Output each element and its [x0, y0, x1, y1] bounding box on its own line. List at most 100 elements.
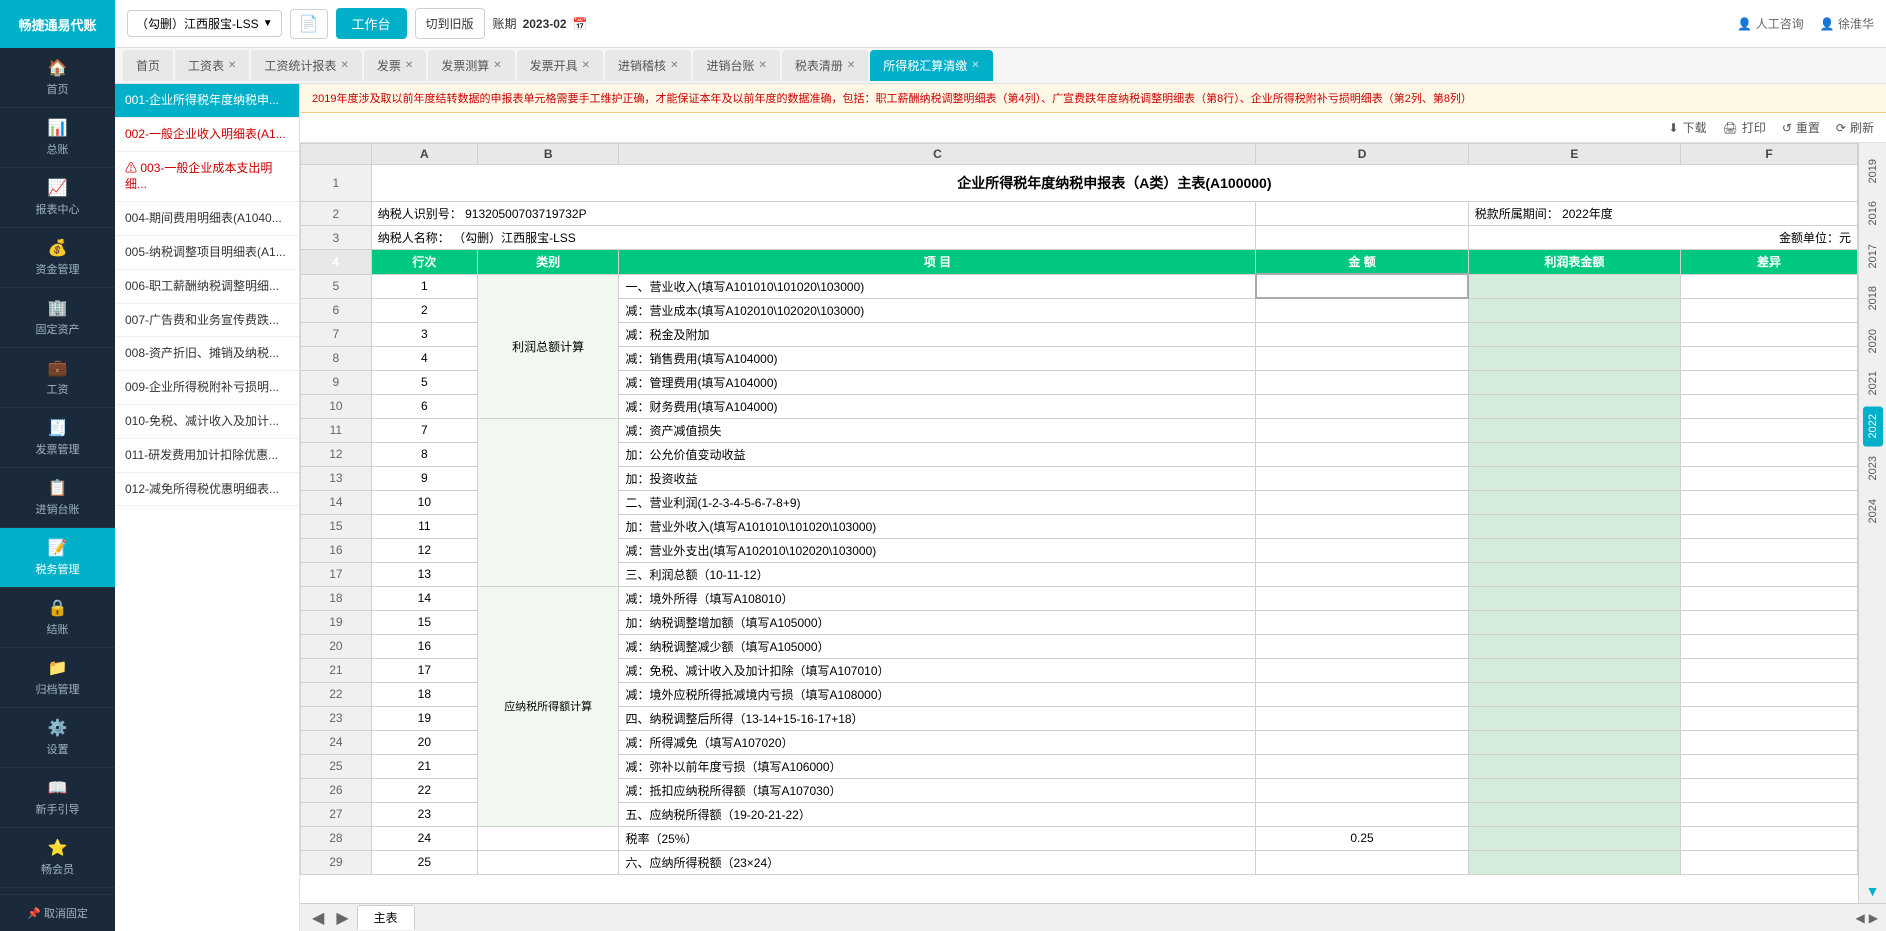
list-item-009[interactable]: 009-企业所得税附补亏损明... [115, 371, 299, 405]
list-item-005[interactable]: 005-纳税调整项目明细表(A1... [115, 236, 299, 270]
sidebar-item-label: 报表中心 [36, 201, 80, 217]
list-item-008[interactable]: 008-资产折旧、摊销及纳税... [115, 337, 299, 371]
tab-invoice-open-close[interactable]: ✕ [582, 60, 590, 71]
sidebar-item-payroll[interactable]: 💼 工资 [0, 348, 115, 408]
sidebar-item-home[interactable]: 🏠 首页 [0, 48, 115, 108]
tab-purchase-ledger-close[interactable]: ✕ [758, 60, 766, 71]
table-row: 28 24 税率（25%） 0.25 [301, 826, 1858, 850]
tabbar: 首页 工资表 ✕ 工资统计报表 ✕ 发票 ✕ 发票测算 ✕ 发票开具 ✕ 进销稽… [115, 48, 1886, 84]
payroll-icon: 💼 [48, 358, 68, 378]
workbench-button[interactable]: 工作台 [336, 8, 407, 39]
customer-service-btn[interactable]: 👤 人工咨询 [1737, 15, 1803, 32]
column-headers-row: 4 行次 类别 项 目 金 额 利润表金额 差异 [301, 250, 1858, 275]
list-item-007[interactable]: 007-广告费和业务宣传费跌... [115, 304, 299, 338]
main-content: （勾删）江西服宝-LSS ▼ 📄 工作台 切到旧版 账期 2023-02 📅 👤… [115, 0, 1886, 931]
spreadsheet-wrapper: A B C D E F [300, 143, 1858, 903]
tab-payroll-stat-close[interactable]: ✕ [340, 60, 348, 71]
sidebar-item-fixed-assets[interactable]: 🏢 固定资产 [0, 288, 115, 348]
tab-purchase-ledger[interactable]: 进销台账 ✕ [693, 50, 779, 81]
sidebar-item-guide[interactable]: 📖 新手引导 [0, 768, 115, 828]
list-item-012[interactable]: 012-减免所得税优惠明细表... [115, 473, 299, 507]
tab-tax-summary-label: 税表清册 [795, 57, 843, 74]
tab-home[interactable]: 首页 [123, 50, 173, 81]
tab-income-tax[interactable]: 所得税汇算清缴 ✕ [870, 50, 992, 81]
list-item-001[interactable]: 001-企业所得税年度纳税申... [115, 84, 299, 118]
calendar-icon[interactable]: 📅 [573, 17, 588, 31]
year-panel-down-arrow[interactable]: ▼ [1866, 879, 1880, 903]
company-selector[interactable]: （勾删）江西服宝-LSS ▼ [127, 10, 282, 37]
reset-icon: ↺ [1782, 121, 1792, 135]
print-button[interactable]: 🖨 打印 [1723, 119, 1766, 136]
list-item-002[interactable]: 002-一般企业收入明细表(A1... [115, 118, 299, 152]
table-row: 11 7 减：资产减值损失 [301, 418, 1858, 442]
tab-invoice-close[interactable]: ✕ [405, 60, 413, 71]
year-item-2018[interactable]: 2018 [1863, 278, 1883, 318]
download-button[interactable]: ⬇ 下载 [1669, 119, 1707, 136]
sidebar-item-label: 总账 [47, 141, 69, 157]
year-item-2023[interactable]: 2023 [1863, 448, 1883, 488]
tab-purchase-ledger-label: 进销台账 [706, 57, 754, 74]
scroll-left-icon[interactable]: ◀ [1856, 911, 1865, 925]
col-c-header: 项 目 [619, 250, 1256, 275]
sheet-nav-right[interactable]: ▶ [332, 908, 352, 928]
year-item-2021[interactable]: 2021 [1863, 363, 1883, 403]
company-label: （勾删）江西服宝-LSS [136, 15, 259, 32]
sidebar-item-invoice[interactable]: 🧾 发票管理 [0, 408, 115, 468]
year-item-2017[interactable]: 2017 [1863, 236, 1883, 276]
list-item-003[interactable]: ⚠ 003-一般企业成本支出明细... [115, 152, 299, 203]
year-item-2020[interactable]: 2020 [1863, 321, 1883, 361]
scroll-right-icon[interactable]: ▶ [1869, 911, 1878, 925]
refresh-button[interactable]: ⟳ 刷新 [1836, 119, 1874, 136]
user-avatar[interactable]: 👤 徐淮华 [1820, 15, 1874, 32]
sidebar-item-fund[interactable]: 💰 资金管理 [0, 228, 115, 288]
sidebar-item-ledger[interactable]: 📊 总账 [0, 108, 115, 168]
reset-button[interactable]: ↺ 重置 [1782, 119, 1820, 136]
fixed-assets-icon: 🏢 [48, 298, 68, 318]
tab-income-tax-close[interactable]: ✕ [971, 60, 979, 71]
tab-purchase[interactable]: 进销稽核 ✕ [605, 50, 691, 81]
sidebar-item-settings[interactable]: ⚙️ 设置 [0, 708, 115, 768]
sidebar-footer-pin[interactable]: 📌 取消固定 [0, 894, 115, 931]
sheet-nav-left[interactable]: ◀ [308, 908, 328, 928]
year-item-2024[interactable]: 2024 [1863, 491, 1883, 531]
tax-icon: 📝 [48, 538, 68, 558]
sidebar-item-archive[interactable]: 📁 归档管理 [0, 648, 115, 708]
switch-version-button[interactable]: 切到旧版 [415, 8, 485, 39]
warning-bar: 2019年度涉及取以前年度结转数据的申报表单元格需要手工维护正确，才能保证本年及… [300, 84, 1886, 113]
tab-invoice-calc-close[interactable]: ✕ [493, 60, 501, 71]
report-icon: 📈 [48, 178, 68, 198]
year-item-2016[interactable]: 2016 [1863, 193, 1883, 233]
tab-payroll-stat[interactable]: 工资统计报表 ✕ [251, 50, 361, 81]
sidebar-item-member[interactable]: ⭐ 畅会员 [0, 828, 115, 888]
tab-payroll-close[interactable]: ✕ [228, 60, 236, 71]
tab-home-label: 首页 [136, 57, 160, 74]
sidebar-item-report[interactable]: 📈 报表中心 [0, 168, 115, 228]
tab-tax-summary-close[interactable]: ✕ [847, 60, 855, 71]
settings-icon: ⚙️ [48, 718, 68, 738]
tab-tax-summary[interactable]: 税表清册 ✕ [782, 50, 868, 81]
row-num: 2 [301, 202, 372, 226]
sidebar-item-tax[interactable]: 📝 税务管理 [0, 528, 115, 588]
sidebar-nav: 🏠 首页 📊 总账 📈 报表中心 💰 资金管理 🏢 固定资产 💼 工资 🧾 发票… [0, 48, 115, 894]
year-item-2022[interactable]: 2022 [1863, 406, 1883, 446]
tab-purchase-close[interactable]: ✕ [670, 60, 678, 71]
sheet-tab-main[interactable]: 主表 [357, 905, 415, 930]
document-icon-btn[interactable]: 📄 [290, 9, 328, 39]
sidebar-item-closing[interactable]: 🔒 结账 [0, 588, 115, 648]
sidebar: 畅捷通易代账 🏠 首页 📊 总账 📈 报表中心 💰 资金管理 🏢 固定资产 💼 … [0, 0, 115, 931]
sidebar-item-label: 资金管理 [36, 261, 80, 277]
tab-invoice[interactable]: 发票 ✕ [364, 50, 426, 81]
list-item-004[interactable]: 004-期间费用明细表(A1040... [115, 202, 299, 236]
year-item-2019[interactable]: 2019 [1863, 151, 1883, 191]
list-item-006[interactable]: 006-职工薪酬纳税调整明细... [115, 270, 299, 304]
tab-invoice-calc[interactable]: 发票测算 ✕ [428, 50, 514, 81]
category-taxable-amount-cell: 应纳税所得额计算 [477, 586, 619, 826]
refresh-icon: ⟳ [1836, 121, 1846, 135]
tab-invoice-label: 发票 [377, 57, 401, 74]
list-item-010[interactable]: 010-免税、减计收入及加计... [115, 405, 299, 439]
list-item-011[interactable]: 011-研发费用加计扣除优惠... [115, 439, 299, 473]
tab-invoice-open[interactable]: 发票开具 ✕ [517, 50, 603, 81]
col-header-d: D [1256, 144, 1468, 165]
sidebar-item-purchase[interactable]: 📋 进销台账 [0, 468, 115, 528]
tab-payroll[interactable]: 工资表 ✕ [175, 50, 249, 81]
